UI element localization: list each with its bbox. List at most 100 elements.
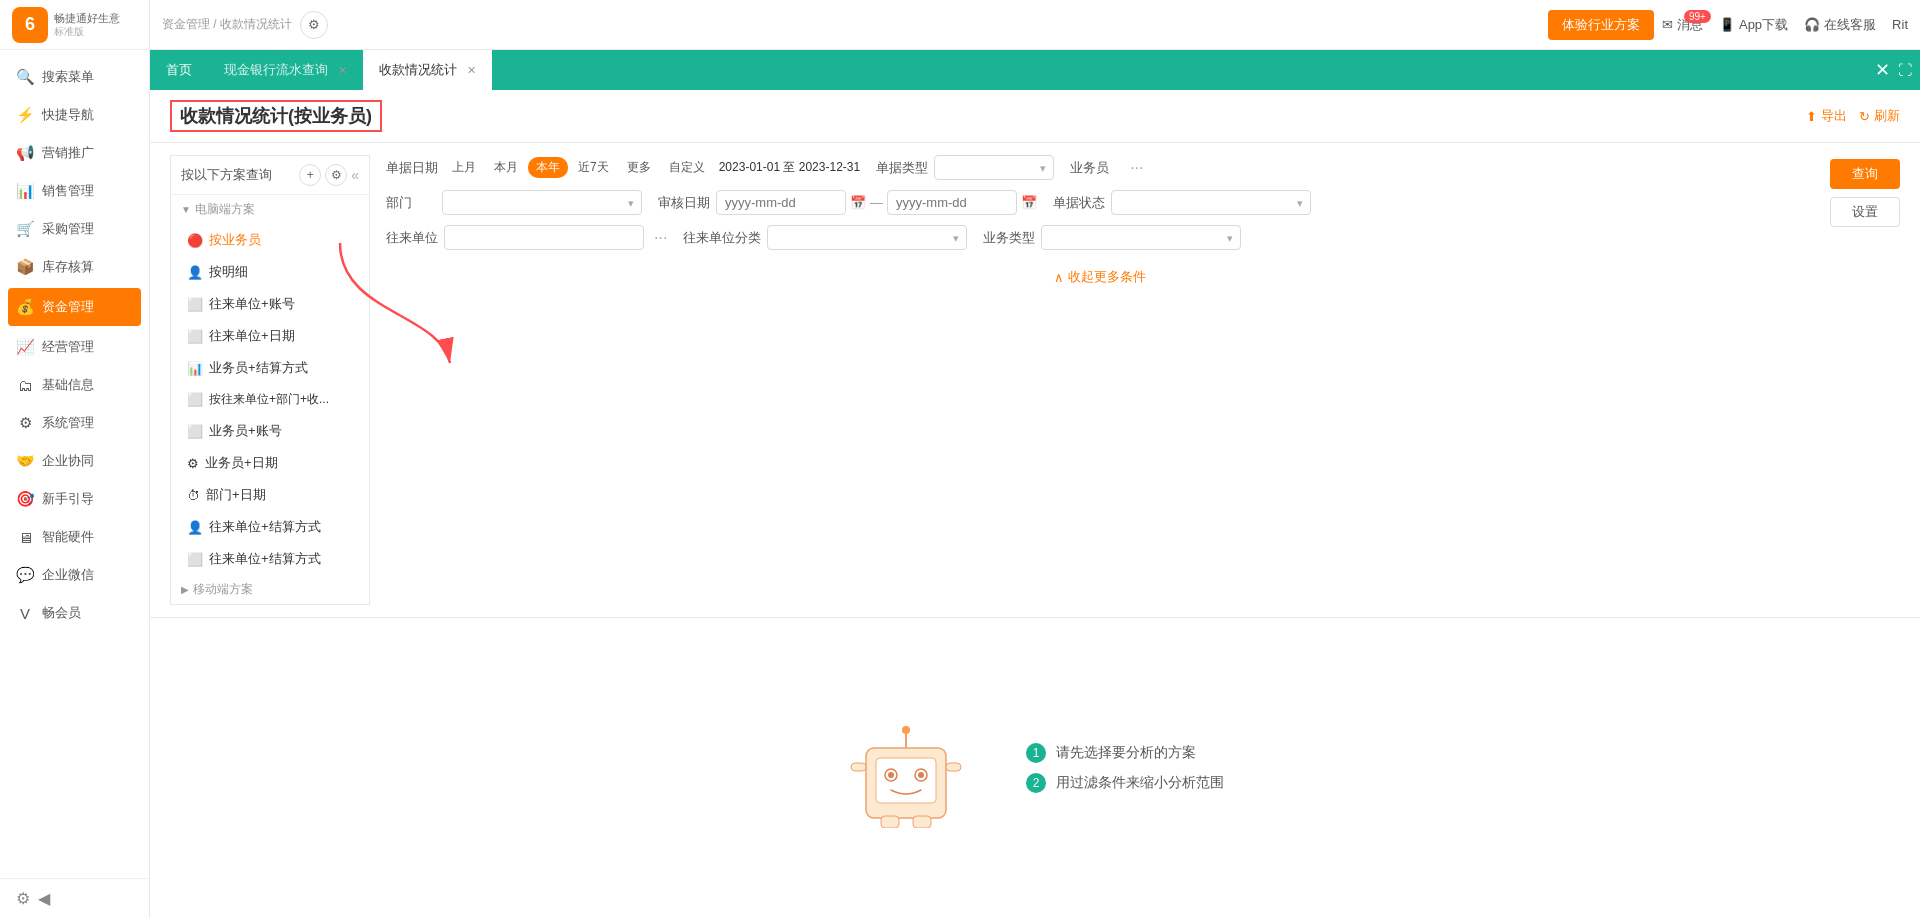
- sidebar-item-operation[interactable]: 📈 经营管理: [0, 328, 149, 366]
- date-tab-this-year[interactable]: 本年: [528, 157, 568, 178]
- topbar-gear-icon[interactable]: ⚙: [300, 11, 328, 39]
- date-tab-last-month[interactable]: 上月: [444, 157, 484, 178]
- operation-icon: 📈: [16, 338, 34, 356]
- page-title: 收款情况统计(按业务员): [170, 100, 382, 132]
- review-date-to[interactable]: [887, 190, 1017, 215]
- inventory-icon: 📦: [16, 258, 34, 276]
- counterpart-type-select[interactable]: [767, 225, 967, 250]
- sales-icon: 📊: [16, 182, 34, 200]
- tab-bank-flow-close[interactable]: ✕: [338, 64, 347, 77]
- biz-type-label: 业务类型: [983, 229, 1035, 247]
- sidebar-item-marketing[interactable]: 📢 营销推广: [0, 134, 149, 172]
- doc-status-filter: 单据状态: [1053, 190, 1311, 215]
- scheme-item-by-detail[interactable]: 👤 按明细: [171, 256, 369, 288]
- scheme-sd-icon: ⚙: [187, 456, 199, 471]
- tab-bank-flow[interactable]: 现金银行流水查询 ✕: [208, 50, 363, 90]
- sidebar-item-basicinfo[interactable]: 🗂 基础信息: [0, 366, 149, 404]
- sidebar-item-inventory[interactable]: 📦 库存核算: [0, 248, 149, 286]
- settings-footer-icon[interactable]: ⚙: [16, 889, 30, 908]
- calendar-icon-to: 📅: [1021, 195, 1037, 210]
- date-tab-7days[interactable]: 近7天: [570, 157, 617, 178]
- dept-select-wrap: [442, 190, 642, 215]
- salesman-more-btn[interactable]: ···: [1130, 159, 1143, 177]
- tab-home[interactable]: 首页: [150, 50, 208, 90]
- app-download-button[interactable]: 📱 App下载: [1719, 16, 1788, 34]
- counterpart-more-btn[interactable]: ···: [654, 229, 667, 247]
- sidebar-item-sales[interactable]: 📊 销售管理: [0, 172, 149, 210]
- mobile-schemes-section: ▶ 移动端方案: [171, 575, 369, 604]
- scheme-dd-icon: ⏱: [187, 488, 200, 503]
- sidebar-item-enterprise[interactable]: 🤝 企业协同: [0, 442, 149, 480]
- scheme-collapse-btn[interactable]: «: [351, 167, 359, 183]
- app-logo: 6 畅捷通好生意 标准版: [0, 0, 149, 50]
- desktop-schemes-section: ▼ 电脑端方案 🔴 按业务员 👤 按明细 ⬜: [171, 195, 369, 575]
- scheme-ss-icon: 📊: [187, 361, 203, 376]
- tab-collection-close[interactable]: ✕: [467, 64, 476, 77]
- doc-type-select[interactable]: [934, 155, 1054, 180]
- collapse-sidebar-icon[interactable]: ◀: [38, 889, 50, 908]
- sidebar-item-quicknav[interactable]: ⚡ 快捷导航: [0, 96, 149, 134]
- mobile-section-header[interactable]: ▶ 移动端方案: [171, 575, 369, 604]
- review-date-range: 📅 — 📅: [716, 190, 1037, 215]
- biz-type-select[interactable]: [1041, 225, 1241, 250]
- review-date-from[interactable]: [716, 190, 846, 215]
- scheme-add-btn[interactable]: +: [299, 164, 321, 186]
- empty-steps: 1 请先选择要分析的方案 2 用过滤条件来缩小分析范围: [1026, 743, 1224, 793]
- scheme-label: 按以下方案查询: [181, 166, 295, 184]
- scheme-item-dept-date[interactable]: ⏱ 部门+日期: [171, 479, 369, 511]
- sidebar-item-member[interactable]: V 畅会员: [0, 594, 149, 632]
- scheme-item-counterpart-settle1[interactable]: 👤 往来单位+结算方式: [171, 511, 369, 543]
- breadcrumb: 资金管理 / 收款情况统计: [162, 16, 292, 33]
- export-icon: ⬆: [1806, 109, 1817, 124]
- scheme-item-salesman-date[interactable]: ⚙ 业务员+日期: [171, 447, 369, 479]
- trial-button[interactable]: 体验行业方案: [1548, 10, 1654, 40]
- scheme-item-counterpart-settle2[interactable]: ⬜ 往来单位+结算方式: [171, 543, 369, 575]
- dept-select[interactable]: [442, 190, 642, 215]
- query-button[interactable]: 查询: [1830, 159, 1900, 189]
- scheme-item-salesman-settle[interactable]: 📊 业务员+结算方式: [171, 352, 369, 384]
- user-name[interactable]: Rit: [1892, 17, 1908, 32]
- svg-rect-9: [851, 763, 866, 771]
- collapse-filters-btn[interactable]: ∧ 收起更多条件: [1054, 268, 1146, 286]
- column-settings-button[interactable]: 设置: [1830, 197, 1900, 227]
- scheme-settings-btn[interactable]: ⚙: [325, 164, 347, 186]
- maximize-icon[interactable]: ⛶: [1898, 62, 1912, 78]
- message-button[interactable]: ✉ 消息 99+: [1662, 16, 1703, 34]
- sidebar-item-finance[interactable]: 💰 资金管理: [8, 288, 141, 326]
- sidebar-item-hardware[interactable]: 🖥 智能硬件: [0, 518, 149, 556]
- online-service-button[interactable]: 🎧 在线客服: [1804, 16, 1876, 34]
- export-button[interactable]: ⬆ 导出: [1806, 107, 1847, 125]
- mobile-section-arrow: ▶: [181, 584, 189, 595]
- desktop-section-header[interactable]: ▼ 电脑端方案: [171, 195, 369, 224]
- counterpart-filter: 往来单位 ···: [386, 225, 667, 250]
- scheme-item-counterpart-account[interactable]: ⬜ 往来单位+账号: [171, 288, 369, 320]
- step-num-1: 1: [1026, 743, 1046, 763]
- scheme-item-salesman-account[interactable]: ⬜ 业务员+账号: [171, 415, 369, 447]
- dept-label: 部门: [386, 194, 436, 212]
- tabs-actions: ✕ ⛶: [1875, 59, 1912, 81]
- scheme-item-by-salesman[interactable]: 🔴 按业务员: [171, 224, 369, 256]
- counterpart-input[interactable]: [444, 225, 644, 250]
- doc-type-select-wrap: [934, 155, 1054, 180]
- close-all-tabs-icon[interactable]: ✕: [1875, 59, 1890, 81]
- scheme-item-counterpart-dept[interactable]: ⬜ 按往来单位+部门+收...: [171, 384, 369, 415]
- date-tab-custom[interactable]: 自定义: [661, 157, 713, 178]
- sidebar-item-wechat[interactable]: 💬 企业微信: [0, 556, 149, 594]
- refresh-button[interactable]: ↻ 刷新: [1859, 107, 1900, 125]
- marketing-icon: 📢: [16, 144, 34, 162]
- doc-status-select[interactable]: [1111, 190, 1311, 215]
- sidebar-item-search[interactable]: 🔍 搜索菜单: [0, 58, 149, 96]
- date-tab-more[interactable]: 更多: [619, 157, 659, 178]
- date-tab-this-month[interactable]: 本月: [486, 157, 526, 178]
- tab-collection[interactable]: 收款情况统计 ✕: [363, 50, 492, 90]
- member-icon: V: [16, 604, 34, 622]
- sidebar-item-purchase[interactable]: 🛒 采购管理: [0, 210, 149, 248]
- sidebar-item-beginner[interactable]: 🎯 新手引导: [0, 480, 149, 518]
- date-filter: 单据日期 上月 本月 本年 近7天 更多 自定义 2023-01-01: [386, 157, 860, 178]
- date-tabs: 上月 本月 本年 近7天 更多 自定义: [444, 157, 713, 178]
- topbar-right: ✉ 消息 99+ 📱 App下载 🎧 在线客服 Rit: [1662, 16, 1908, 34]
- sidebar-item-system[interactable]: ⚙ 系统管理: [0, 404, 149, 442]
- scheme-item-counterpart-date[interactable]: ⬜ 往来单位+日期: [171, 320, 369, 352]
- message-badge: 99+: [1684, 10, 1711, 23]
- svg-rect-11: [881, 816, 899, 828]
